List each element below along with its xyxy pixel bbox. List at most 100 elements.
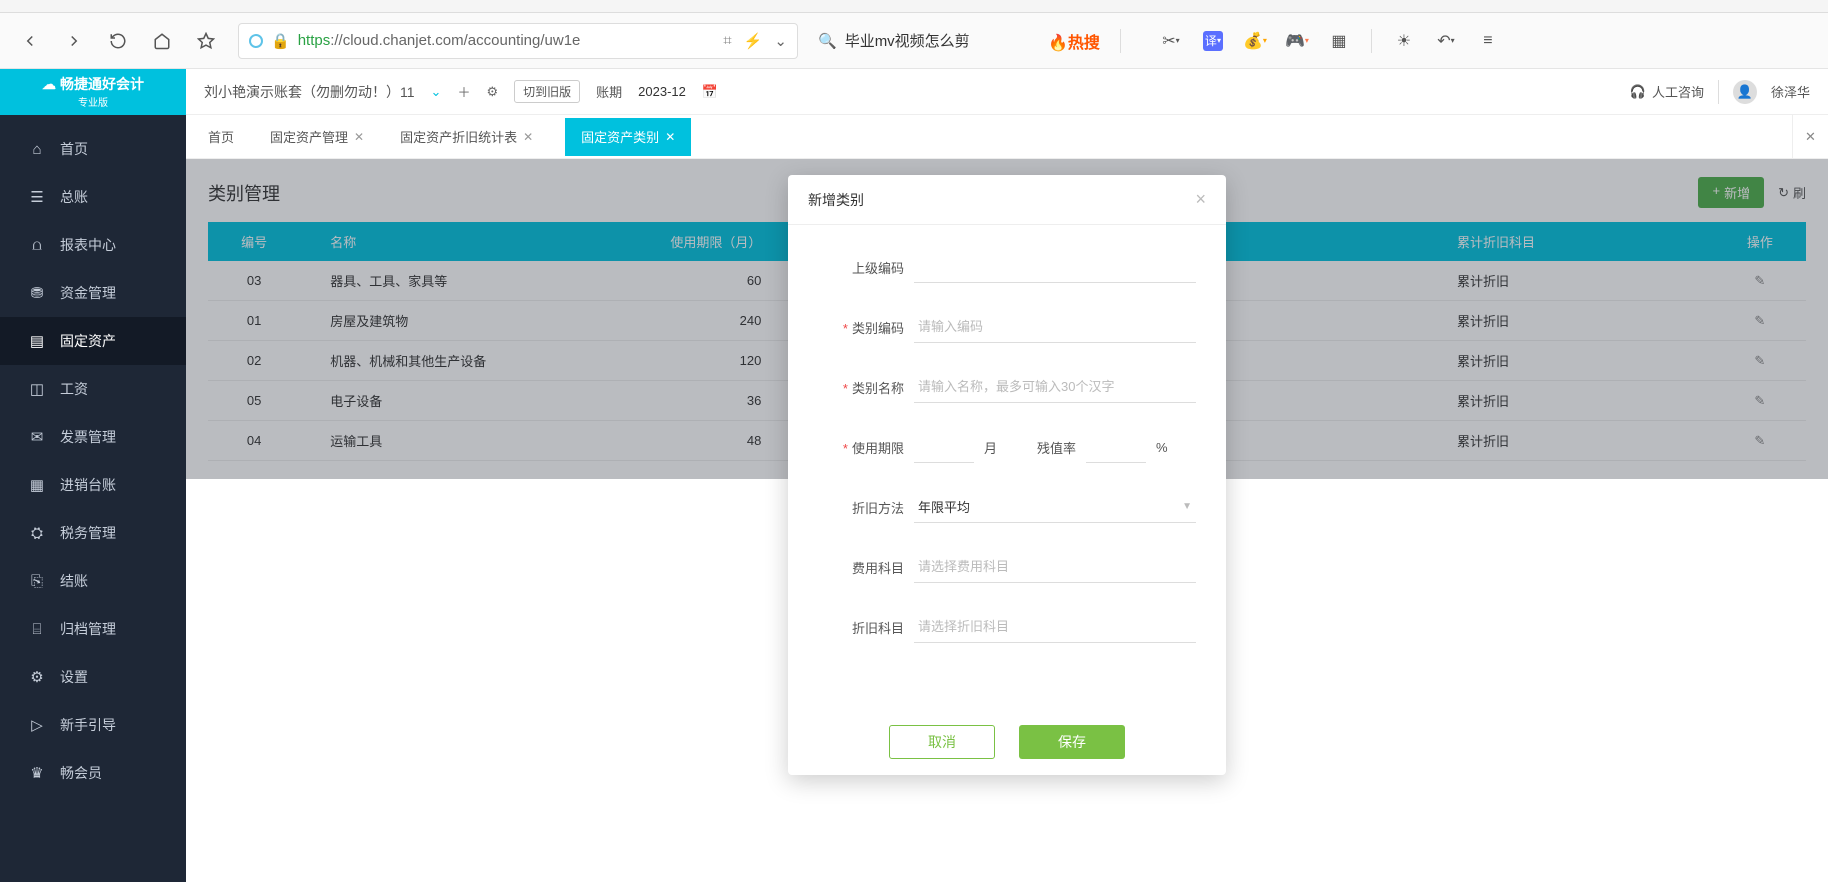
sidebar-item[interactable]: ⌂首页 <box>0 125 186 173</box>
consult-label: 人工咨询 <box>1652 82 1704 101</box>
cancel-button[interactable]: 取消 <box>889 725 995 759</box>
residual-label: 残值率 <box>1037 438 1076 457</box>
modal-overlay: 新增类别 × 上级编码 类别编码 类别名称 <box>186 159 1828 479</box>
sidebar-item-label: 设置 <box>60 667 88 687</box>
address-bar[interactable]: 🔒 https://cloud.chanjet.com/accounting/u… <box>238 23 798 59</box>
close-icon[interactable]: ✕ <box>665 130 675 144</box>
parent-code-input[interactable] <box>914 251 1196 283</box>
favorite-button[interactable] <box>194 29 218 53</box>
reload-button[interactable] <box>106 29 130 53</box>
search-icon: 🔍 <box>818 32 837 50</box>
toolbar-divider-2 <box>1371 29 1372 53</box>
period-value[interactable]: 2023-12 <box>638 84 686 99</box>
home-button[interactable] <box>150 29 174 53</box>
residual-input[interactable] <box>1086 431 1146 463</box>
sidebar-item-label: 总账 <box>60 187 88 207</box>
modal-close-icon[interactable]: × <box>1195 189 1206 210</box>
add-category-modal: 新增类别 × 上级编码 类别编码 类别名称 <box>788 175 1226 775</box>
cloud-icon: ☁ <box>42 76 56 93</box>
sidebar-item-label: 工资 <box>60 379 88 399</box>
sidebar-item-label: 新手引导 <box>60 715 116 735</box>
game-icon[interactable]: 🎮▾ <box>1287 31 1307 51</box>
account-settings-icon[interactable]: ⚙ <box>486 84 498 100</box>
menu-icon[interactable]: ≡ <box>1478 31 1498 51</box>
modal-body: 上级编码 类别编码 类别名称 使用期限 <box>788 225 1226 709</box>
sidebar-item[interactable]: ▤ 固定资产 <box>0 317 186 365</box>
sidebar-item-label: 结账 <box>60 571 88 591</box>
sidebar-item[interactable]: ⛭税务管理 <box>0 509 186 557</box>
expense-input[interactable] <box>914 551 1196 583</box>
qr-icon[interactable]: ⌗ <box>723 32 731 49</box>
menu-icon: ⩍ <box>28 237 46 254</box>
username[interactable]: 徐泽华 <box>1771 82 1810 101</box>
depr-label: 折旧科目 <box>818 618 904 637</box>
sidebar-item[interactable]: ⩍报表中心 <box>0 221 186 269</box>
menu-icon: ☰ <box>28 188 46 206</box>
close-icon[interactable]: ✕ <box>354 130 364 144</box>
close-all-tabs[interactable]: ✕ <box>1792 115 1828 159</box>
sidebar-item[interactable]: ♛畅会员 <box>0 749 186 797</box>
sidebar-item[interactable]: ⌸归档管理 <box>0 605 186 653</box>
menu-icon: ✉ <box>28 428 46 446</box>
menu-icon: ⌸ <box>28 621 46 638</box>
tab-home[interactable]: 首页 <box>204 115 238 158</box>
headset-icon: 🎧 <box>1630 84 1646 100</box>
flash-icon[interactable]: ⚡ <box>744 32 763 50</box>
consult-link[interactable]: 🎧 人工咨询 <box>1630 82 1704 101</box>
tab-asset-category[interactable]: 固定资产类别✕ <box>565 118 691 156</box>
logo-subtitle: 专业版 <box>78 94 108 109</box>
account-selector[interactable]: 刘小艳演示账套（勿删勿动！）11 <box>204 82 415 102</box>
scissors-icon[interactable]: ✂▾ <box>1161 31 1181 51</box>
expense-label: 费用科目 <box>818 558 904 577</box>
forward-button[interactable] <box>62 29 86 53</box>
translate-icon[interactable]: 译▾ <box>1203 31 1223 51</box>
logo-text: 畅捷通好会计 <box>60 74 144 94</box>
calendar-icon[interactable]: 📅 <box>702 84 718 100</box>
browser-tab-strip <box>0 0 1828 13</box>
code-label: 类别编码 <box>818 318 904 337</box>
menu-icon: ◫ <box>28 380 46 398</box>
name-input[interactable] <box>914 371 1196 403</box>
sidebar-item-label: 税务管理 <box>60 523 116 543</box>
theme-icon[interactable]: ☀ <box>1394 31 1414 51</box>
menu-icon: ⌂ <box>28 141 46 158</box>
url-path: /accounting/uw1e <box>464 32 581 49</box>
sidebar-item[interactable]: ▦进销台账 <box>0 461 186 509</box>
method-select[interactable]: 年限平均 ▼ <box>914 491 1196 523</box>
add-account-icon[interactable]: ＋ <box>457 82 470 101</box>
close-icon[interactable]: ✕ <box>523 130 533 144</box>
search-box[interactable]: 🔍 毕业mv视频怎么剪 <box>818 24 1028 58</box>
code-input[interactable] <box>914 311 1196 343</box>
undo-icon[interactable]: ↶▾ <box>1436 31 1456 51</box>
sidebar-item[interactable]: ◫ 工资 <box>0 365 186 413</box>
sidebar-item-label: 畅会员 <box>60 763 102 783</box>
back-button[interactable] <box>18 29 42 53</box>
life-input[interactable] <box>914 431 974 463</box>
sidebar-item[interactable]: ▷新手引导 <box>0 701 186 749</box>
chevron-down-icon[interactable]: ⌄ <box>774 32 787 50</box>
depr-input[interactable] <box>914 611 1196 643</box>
url-host: ://cloud.chanjet.com <box>330 32 463 49</box>
account-chevron-icon[interactable]: ⌄ <box>431 84 442 100</box>
search-text: 毕业mv视频怎么剪 <box>845 30 970 51</box>
sidebar-item[interactable]: ✉ 发票管理 <box>0 413 186 461</box>
tab-depr-stats[interactable]: 固定资产折旧统计表✕ <box>396 115 537 158</box>
sidebar-item-label: 固定资产 <box>60 331 116 351</box>
apps-icon[interactable]: ▦ <box>1329 31 1349 51</box>
menu-icon: ▦ <box>28 476 46 494</box>
menu-icon: ▤ <box>28 332 46 350</box>
header-divider <box>1718 80 1719 104</box>
sidebar-item[interactable]: ⚙设置 <box>0 653 186 701</box>
coin-icon[interactable]: 💰▾ <box>1245 31 1265 51</box>
sidebar-item[interactable]: ⛃资金管理 <box>0 269 186 317</box>
save-button[interactable]: 保存 <box>1019 725 1125 759</box>
sidebar-item-label: 发票管理 <box>60 427 116 447</box>
sidebar-item[interactable]: ☰ 总账 <box>0 173 186 221</box>
toolbar-divider <box>1120 29 1121 53</box>
name-label: 类别名称 <box>818 378 904 397</box>
sidebar-item[interactable]: ⎘结账 <box>0 557 186 605</box>
avatar[interactable]: 👤 <box>1733 80 1757 104</box>
old-version-button[interactable]: 切到旧版 <box>514 80 580 103</box>
tab-fixed-asset-mgmt[interactable]: 固定资产管理✕ <box>266 115 368 158</box>
hot-search-badge[interactable]: 🔥热搜 <box>1048 29 1100 53</box>
